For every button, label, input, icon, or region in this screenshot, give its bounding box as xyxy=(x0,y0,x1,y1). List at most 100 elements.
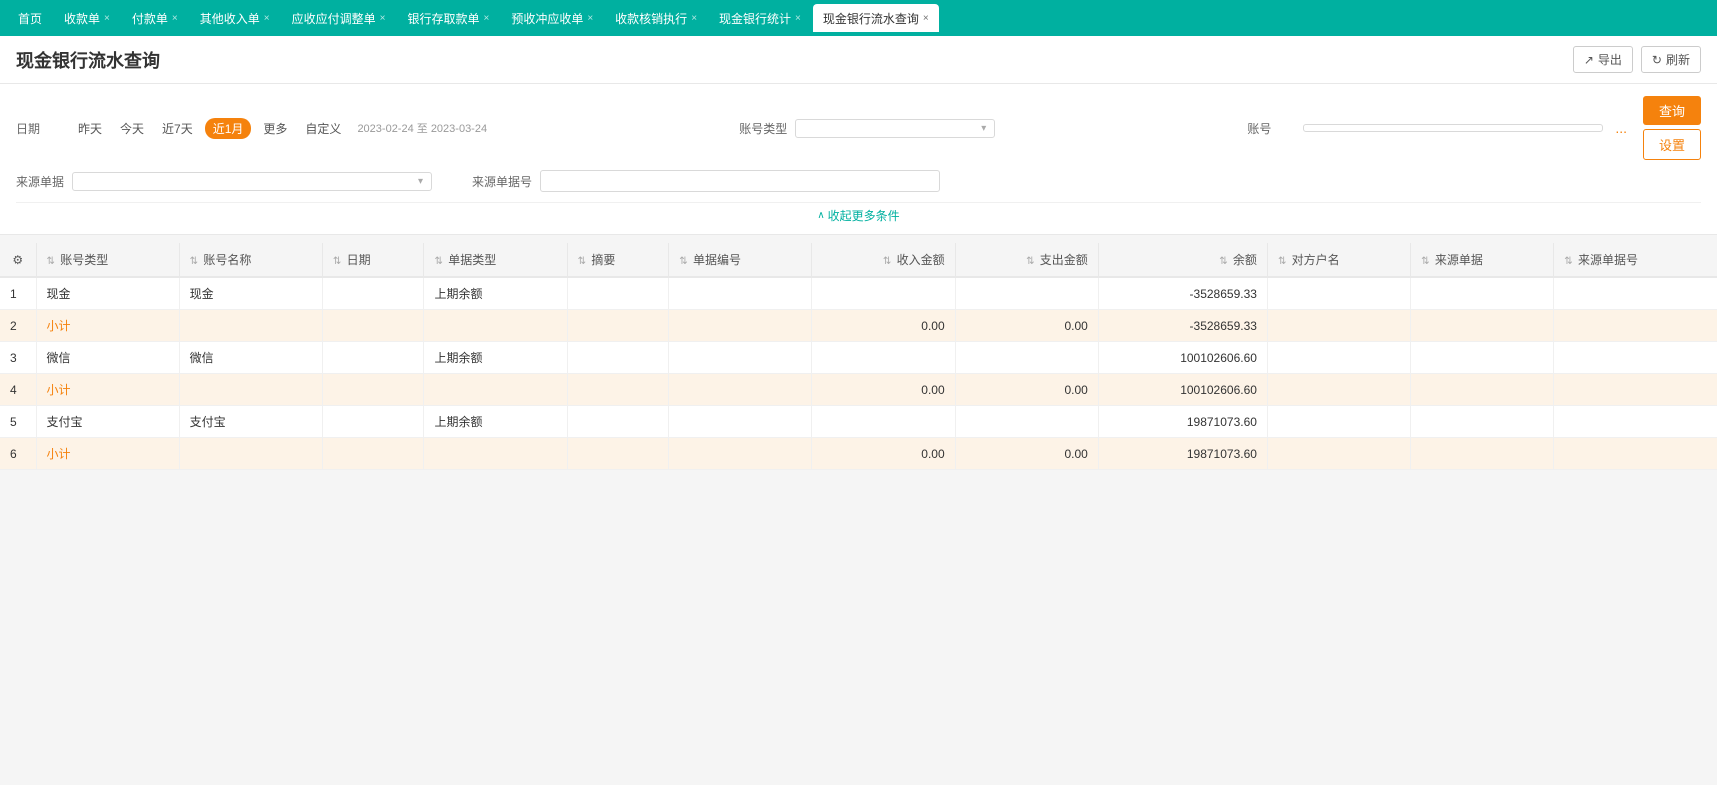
nav-tab-fukuandan[interactable]: 付款单 × xyxy=(122,4,188,32)
th-summary[interactable]: ⇅ 摘要 xyxy=(567,243,669,277)
close-tab-6[interactable]: × xyxy=(691,13,697,24)
td-num: 1 xyxy=(0,277,36,310)
sort-icon-summary: ⇅ xyxy=(578,256,586,267)
nav-tab-liushui[interactable]: 现金银行流水查询 × xyxy=(813,4,939,32)
table-row: 5支付宝支付宝上期余额19871073.60 xyxy=(0,406,1717,438)
account-type-chevron: ▾ xyxy=(981,123,986,134)
sort-icon-expense: ⇅ xyxy=(1026,256,1034,267)
account-select[interactable] xyxy=(1303,124,1603,132)
td-doc-type xyxy=(424,374,567,406)
source-doc-select[interactable]: ▾ xyxy=(72,172,432,191)
nav-tab-tongji[interactable]: 现金银行统计 × xyxy=(709,4,811,32)
account-type-select[interactable]: ▾ xyxy=(795,119,995,138)
close-tab-7[interactable]: × xyxy=(795,13,801,24)
date-option-today[interactable]: 今天 xyxy=(114,118,150,139)
td-expense: 0.00 xyxy=(955,310,1098,342)
th-account-type[interactable]: ⇅ 账号类型 xyxy=(36,243,179,277)
table-row: 6小计0.000.0019871073.60 xyxy=(0,438,1717,470)
th-date[interactable]: ⇅ 日期 xyxy=(322,243,424,277)
td-expense xyxy=(955,406,1098,438)
td-counterpart xyxy=(1267,342,1410,374)
th-source-doc[interactable]: ⇅ 来源单据 xyxy=(1411,243,1554,277)
td-income xyxy=(812,342,955,374)
nav-tab-shoukuandan[interactable]: 收款单 × xyxy=(54,4,120,32)
td-account-name xyxy=(179,438,322,470)
export-button[interactable]: ↗ 导出 xyxy=(1573,46,1633,73)
close-tab-8[interactable]: × xyxy=(923,13,929,24)
nav-tab-yushou[interactable]: 预收冲应收单 × xyxy=(501,4,603,32)
td-balance: -3528659.33 xyxy=(1098,310,1267,342)
td-account-type: 微信 xyxy=(36,342,179,374)
account-more-button[interactable]: ... xyxy=(1615,120,1627,136)
td-num: 5 xyxy=(0,406,36,438)
table-row: 1现金现金上期余额-3528659.33 xyxy=(0,277,1717,310)
close-tab-5[interactable]: × xyxy=(587,13,593,24)
td-expense xyxy=(955,277,1098,310)
td-account-type: 小计 xyxy=(36,374,179,406)
nav-home[interactable]: 首页 xyxy=(8,10,52,27)
th-account-name[interactable]: ⇅ 账号名称 xyxy=(179,243,322,277)
date-option-7days[interactable]: 近7天 xyxy=(156,118,199,139)
nav-tab-hexiao[interactable]: 收款核销执行 × xyxy=(605,4,707,32)
td-account-name: 现金 xyxy=(179,277,322,310)
td-source-doc-no xyxy=(1554,342,1717,374)
td-date xyxy=(322,406,424,438)
table-header-row: ⚙ ⇅ 账号类型 ⇅ 账号名称 ⇅ 日期 ⇅ 单据类型 xyxy=(0,243,1717,277)
td-counterpart xyxy=(1267,438,1410,470)
refresh-button[interactable]: ↻ 刷新 xyxy=(1641,46,1701,73)
nav-tab-cunqukuan[interactable]: 银行存取款单 × xyxy=(397,4,499,32)
td-income: 0.00 xyxy=(812,310,955,342)
settings-button[interactable]: 设置 xyxy=(1643,129,1701,160)
table-container: ⚙ ⇅ 账号类型 ⇅ 账号名称 ⇅ 日期 ⇅ 单据类型 xyxy=(0,243,1717,470)
date-option-1month[interactable]: 近1月 xyxy=(205,118,252,139)
td-num: 6 xyxy=(0,438,36,470)
th-doc-no[interactable]: ⇅ 单据编号 xyxy=(669,243,812,277)
td-source-doc-no xyxy=(1554,277,1717,310)
close-tab-1[interactable]: × xyxy=(172,13,178,24)
th-expense[interactable]: ⇅ 支出金额 xyxy=(955,243,1098,277)
sort-icon-account-name: ⇅ xyxy=(190,256,198,267)
th-income[interactable]: ⇅ 收入金额 xyxy=(812,243,955,277)
td-doc-type: 上期余额 xyxy=(424,342,567,374)
td-counterpart xyxy=(1267,277,1410,310)
close-tab-4[interactable]: × xyxy=(483,13,489,24)
close-tab-2[interactable]: × xyxy=(264,13,270,24)
td-source-doc-no xyxy=(1554,406,1717,438)
close-tab-0[interactable]: × xyxy=(104,13,110,24)
source-doc-no-input[interactable] xyxy=(540,170,940,192)
query-button[interactable]: 查询 xyxy=(1643,96,1701,125)
td-doc-no xyxy=(669,374,812,406)
page-title: 现金银行流水查询 xyxy=(16,47,160,73)
th-source-doc-no[interactable]: ⇅ 来源单据号 xyxy=(1554,243,1717,277)
td-account-name xyxy=(179,374,322,406)
th-balance[interactable]: ⇅ 余额 xyxy=(1098,243,1267,277)
filter-area: 日期 昨天 今天 近7天 近1月 更多 自定义 2023-02-24 至 202… xyxy=(0,84,1717,235)
td-account-type: 支付宝 xyxy=(36,406,179,438)
close-tab-3[interactable]: × xyxy=(380,13,386,24)
td-doc-no xyxy=(669,438,812,470)
td-doc-no xyxy=(669,406,812,438)
collapse-bar[interactable]: ∧ 收起更多条件 xyxy=(16,202,1701,228)
td-doc-type: 上期余额 xyxy=(424,406,567,438)
td-source-doc-no xyxy=(1554,374,1717,406)
td-source-doc xyxy=(1411,406,1554,438)
td-counterpart xyxy=(1267,374,1410,406)
date-option-more[interactable]: 更多 xyxy=(257,118,293,139)
th-doc-type[interactable]: ⇅ 单据类型 xyxy=(424,243,567,277)
td-date xyxy=(322,438,424,470)
nav-tab-qita[interactable]: 其他收入单 × xyxy=(190,4,280,32)
td-num: 2 xyxy=(0,310,36,342)
filter-row-date: 日期 昨天 今天 近7天 近1月 更多 自定义 2023-02-24 至 202… xyxy=(16,96,1701,160)
td-balance: 100102606.60 xyxy=(1098,374,1267,406)
th-counterpart[interactable]: ⇅ 对方户名 xyxy=(1267,243,1410,277)
date-label: 日期 xyxy=(16,120,64,137)
td-doc-type xyxy=(424,310,567,342)
date-option-yesterday[interactable]: 昨天 xyxy=(72,118,108,139)
td-account-type: 现金 xyxy=(36,277,179,310)
date-option-custom[interactable]: 自定义 xyxy=(299,118,347,139)
nav-tab-tiaozhendan[interactable]: 应收应付调整单 × xyxy=(282,4,396,32)
td-source-doc xyxy=(1411,342,1554,374)
source-doc-chevron: ▾ xyxy=(418,176,423,187)
td-summary xyxy=(567,438,669,470)
th-settings[interactable]: ⚙ xyxy=(0,243,36,277)
